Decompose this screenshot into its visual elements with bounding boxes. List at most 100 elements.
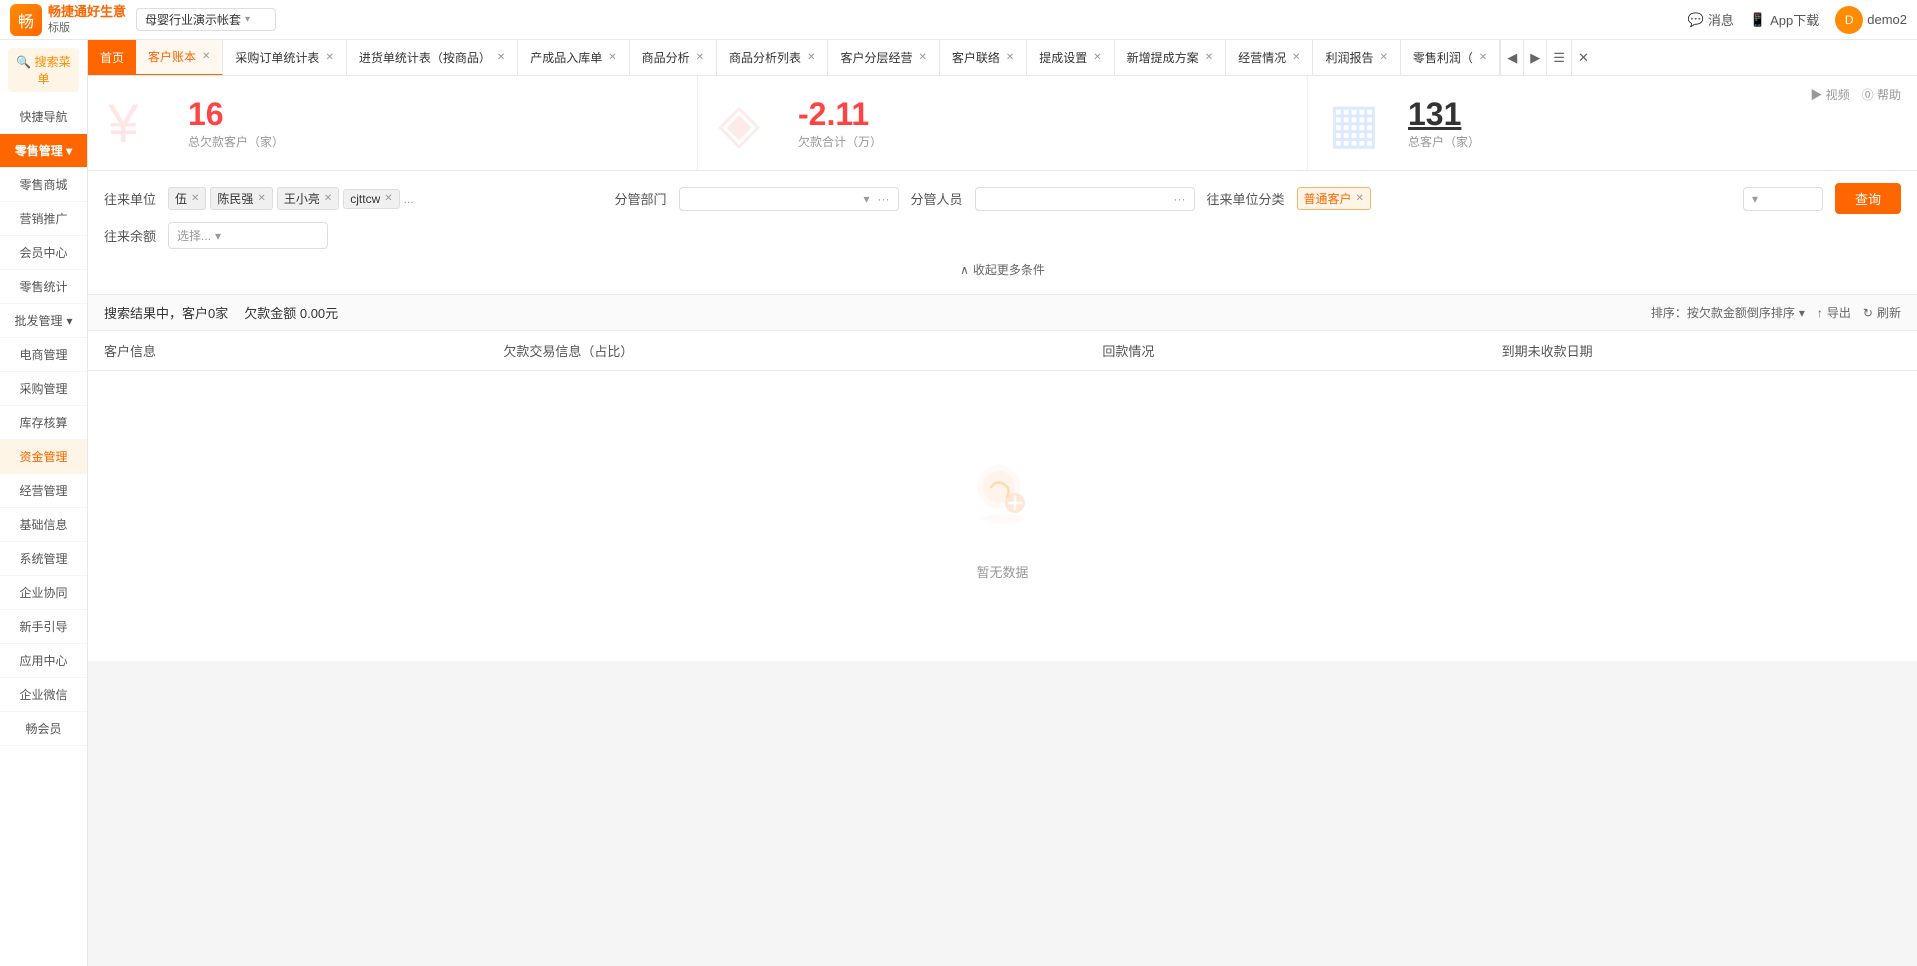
tab-business-status[interactable]: 经营情况 ✕	[1226, 40, 1313, 76]
tab-business-status-label: 经营情况	[1238, 49, 1286, 66]
retail-mall-label: 零售商城	[19, 178, 67, 192]
query-button[interactable]: 查询	[1835, 183, 1901, 214]
tab-close-9[interactable]: ✕	[1205, 52, 1213, 63]
sidebar-item-new-guide[interactable]: 新手引导	[0, 610, 87, 644]
tab-customer-book-label: 客户账本	[148, 48, 196, 65]
sidebar-item-ecommerce[interactable]: 电商管理	[0, 338, 87, 372]
person-filter-label: 分管人员	[911, 189, 963, 208]
sidebar-item-basic-info[interactable]: 基础信息	[0, 508, 87, 542]
sidebar-item-retail-stats[interactable]: 零售统计	[0, 270, 87, 304]
sort-chevron-icon: ▾	[1799, 306, 1805, 320]
sys-mgmt-label: 系统管理	[19, 552, 67, 566]
filter-tag-class-1-label: 普通客户	[1304, 190, 1352, 207]
chevron-right-icon: ▾	[66, 144, 72, 158]
sidebar-item-enterprise-wechat[interactable]: 企业微信	[0, 678, 87, 712]
user-area[interactable]: D demo2	[1835, 6, 1907, 34]
tab-menu-btn[interactable]: ☰	[1546, 40, 1571, 76]
person-select[interactable]: ···	[975, 187, 1195, 211]
sidebar-item-fund-mgmt[interactable]: 资金管理	[0, 440, 87, 474]
unit-class-select[interactable]: ▾	[1743, 187, 1823, 211]
chevron-down-icon-2: ▾	[1752, 192, 1758, 206]
balance-select[interactable]: 选择... ▾	[168, 222, 328, 249]
sidebar-item-enterprise-collab[interactable]: 企业协同	[0, 576, 87, 610]
tab-close-6[interactable]: ✕	[918, 52, 926, 63]
filter-tag-3-remove[interactable]: ✕	[324, 193, 332, 204]
credit-amount-result: 欠款金额 0.00元	[244, 303, 338, 322]
tab-customer-segment[interactable]: 客户分层经营 ✕	[828, 40, 939, 76]
sidebar-item-purchase-mgmt[interactable]: 采购管理	[0, 372, 87, 406]
table-container: 客户信息 欠款交易信息（占比） 回款情况 到期未收款日期	[88, 331, 1917, 661]
app-center-label: 应用中心	[19, 654, 67, 668]
sidebar-item-vip-member[interactable]: 畅会员	[0, 712, 87, 746]
refresh-label: 刷新	[1877, 304, 1901, 321]
tab-home[interactable]: 首页	[88, 40, 136, 76]
filter-tag-1-label: 伍	[175, 190, 187, 207]
export-btn[interactable]: ↑ 导出	[1817, 304, 1851, 321]
tab-goods-analysis[interactable]: 商品分析 ✕	[630, 40, 717, 76]
sidebar-item-sys-mgmt[interactable]: 系统管理	[0, 542, 87, 576]
account-selector[interactable]: 母婴行业演示帐套 ▾	[136, 8, 276, 31]
filter-tag-class-1-remove[interactable]: ✕	[1356, 193, 1364, 204]
enterprise-wechat-label: 企业微信	[19, 688, 67, 702]
tab-retail-profit[interactable]: 零售利润（ ✕	[1401, 40, 1500, 76]
tab-purchase-order-stats[interactable]: 采购订单统计表 ✕	[223, 40, 346, 76]
fund-mgmt-label: 资金管理	[19, 450, 67, 464]
tab-customer-contact[interactable]: 客户联络 ✕	[940, 40, 1027, 76]
tab-close-12[interactable]: ✕	[1479, 52, 1487, 63]
filter-tag-2-remove[interactable]: ✕	[257, 193, 265, 204]
tab-new-achievement-plan[interactable]: 新增提成方案 ✕	[1115, 40, 1226, 76]
member-center-label: 会员中心	[19, 246, 67, 260]
tab-prev-btn[interactable]: ◀	[1500, 40, 1523, 76]
stats-bar: ▶ 视频 ⓪ 帮助 ¥ 16 总欠款客户（家） ◈	[88, 76, 1917, 171]
sidebar-item-ops-mgmt[interactable]: 经营管理	[0, 474, 87, 508]
empty-text: 暂无数据	[976, 562, 1028, 581]
tab-next-btn[interactable]: ▶	[1523, 40, 1546, 76]
tab-profit-report[interactable]: 利润报告 ✕	[1313, 40, 1400, 76]
unit-class-tags: 普通客户 ✕	[1297, 187, 1731, 210]
tab-close-8[interactable]: ✕	[1093, 52, 1101, 63]
refresh-btn[interactable]: ↻ 刷新	[1863, 304, 1901, 321]
tab-close-10[interactable]: ✕	[1292, 52, 1300, 63]
tab-goods-analysis-list[interactable]: 商品分析列表 ✕	[717, 40, 828, 76]
sidebar-item-app-center[interactable]: 应用中心	[0, 644, 87, 678]
tab-close-7[interactable]: ✕	[1006, 52, 1014, 63]
filter-tag-4-remove[interactable]: ✕	[384, 193, 392, 204]
tab-close-5[interactable]: ✕	[807, 52, 815, 63]
message-btn[interactable]: 💬 消息	[1688, 10, 1734, 29]
tab-close-1[interactable]: ✕	[325, 52, 333, 63]
dept-chevron-icon: ▾	[863, 192, 869, 206]
tab-close-all-btn[interactable]: ✕	[1571, 40, 1595, 76]
tab-close-11[interactable]: ✕	[1380, 52, 1388, 63]
tab-close-4[interactable]: ✕	[696, 52, 704, 63]
sidebar-item-quick-nav[interactable]: 快捷导航	[0, 100, 87, 134]
col-header-repayment: 回款情况	[1102, 341, 1501, 360]
tab-purchase-inbound-stats[interactable]: 进货单统计表（按商品） ✕	[347, 40, 518, 76]
top-bar: 畅 畅捷通好生意 标版 母婴行业演示帐套 ▾ 💬 消息 📱 App下载 D de…	[0, 0, 1917, 40]
chevron-up-icon: ∧	[960, 263, 969, 277]
sidebar-item-marketing[interactable]: 营销推广	[0, 202, 87, 236]
tab-close-2[interactable]: ✕	[497, 52, 505, 63]
search-menu-btn[interactable]: 🔍 搜索菜单	[8, 48, 79, 92]
tab-prompt-settings[interactable]: 提成设置 ✕	[1027, 40, 1114, 76]
sidebar-item-inventory[interactable]: 库存核算	[0, 406, 87, 440]
filter-tag-1-remove[interactable]: ✕	[191, 193, 199, 204]
tab-production-inbound[interactable]: 产成品入库单 ✕	[518, 40, 629, 76]
filter-area: 往来单位 伍 ✕ 陈民强 ✕ 王小亮	[88, 171, 1917, 295]
sidebar-item-member-center[interactable]: 会员中心	[0, 236, 87, 270]
sidebar-item-wholesale-mgmt[interactable]: 批发管理 ▾	[0, 304, 87, 338]
sidebar-item-retail-mgmt[interactable]: 零售管理 ▾	[0, 134, 87, 168]
tab-profit-report-label: 利润报告	[1325, 49, 1373, 66]
tab-close-3[interactable]: ✕	[608, 52, 616, 63]
sort-select[interactable]: 排序：按欠款金额倒序排序 ▾	[1651, 304, 1805, 321]
filter-more-btn[interactable]: ...	[404, 192, 414, 206]
tab-customer-book[interactable]: 客户账本 ✕	[136, 40, 223, 76]
collapse-btn[interactable]: ∧ 收起更多条件	[104, 257, 1901, 282]
logo-text: 畅捷通好生意 标版	[48, 4, 126, 35]
sidebar-item-retail-mall[interactable]: 零售商城	[0, 168, 87, 202]
app-download-btn[interactable]: 📱 App下载	[1750, 10, 1819, 29]
credit-customers-label: 总欠款客户（家）	[188, 133, 667, 150]
dept-select[interactable]: ▾ ···	[679, 187, 899, 211]
result-summary: 搜索结果中，客户0家	[104, 303, 228, 322]
stat-total-customers: ▦ 131 总客户（家）	[1307, 76, 1917, 170]
tab-customer-book-close[interactable]: ✕	[202, 51, 210, 62]
